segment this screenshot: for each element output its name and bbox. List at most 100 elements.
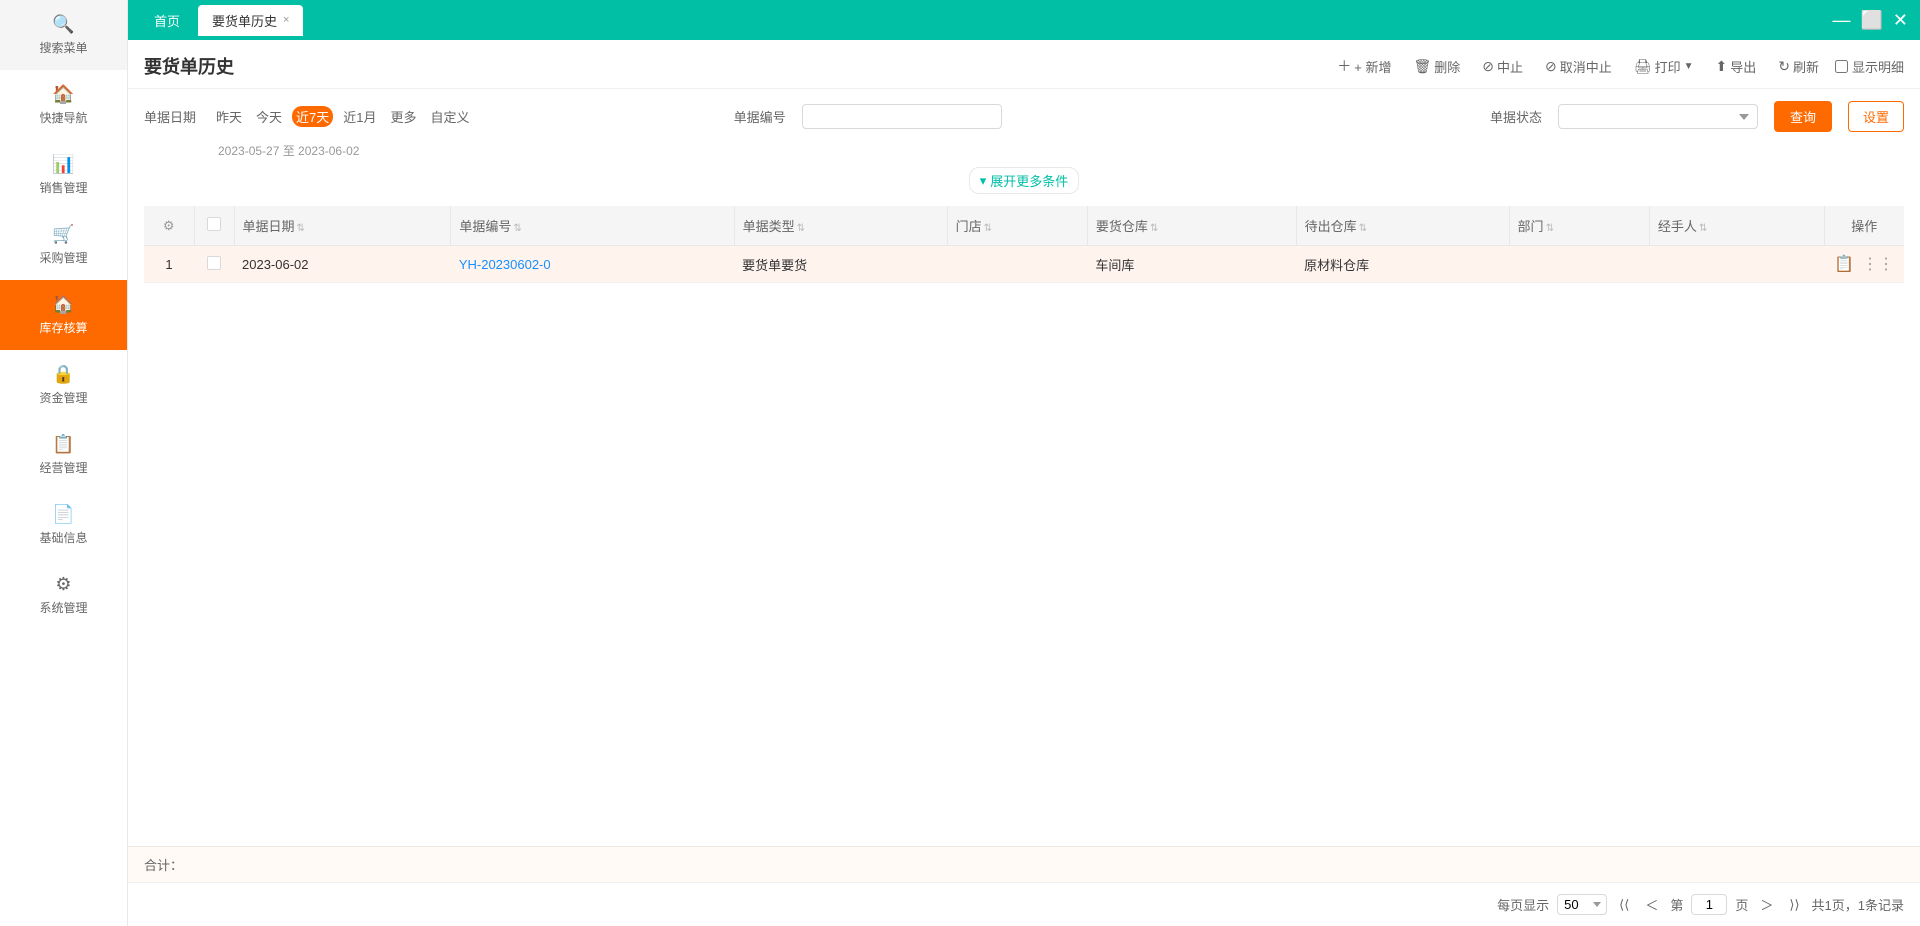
table-settings-icon[interactable]: ⚙	[144, 206, 194, 246]
date-shortcuts: 昨天今天近7天近1月更多自定义	[212, 106, 474, 127]
sidebar-item-label: 库存核算	[39, 319, 87, 336]
search-icon: 🔍	[52, 14, 74, 35]
tab-home[interactable]: 首页	[140, 5, 194, 36]
sort-order-no-icon[interactable]: ⇅	[513, 223, 521, 234]
table-container: ⚙ 单据日期⇅ 单据编号⇅ 单据类型⇅	[128, 206, 1920, 846]
stop-button[interactable]: ⊘ 中止	[1476, 53, 1529, 80]
sort-department-icon[interactable]: ⇅	[1546, 223, 1554, 234]
order-no-link[interactable]: YH-20230602-0	[459, 257, 551, 272]
filter-area: 单据日期 昨天今天近7天近1月更多自定义 单据编号 单据状态 查询 设置 202…	[128, 89, 1920, 206]
row-req-warehouse: 车间库	[1087, 246, 1296, 283]
col-header-req-warehouse: 要货仓库⇅	[1087, 206, 1296, 246]
export-button[interactable]: ⬆ 导出	[1709, 53, 1762, 80]
tab-close-icon[interactable]: ×	[283, 14, 289, 26]
row-num: 1	[144, 246, 194, 283]
filter-row-date-range: 2023-05-27 至 2023-06-02	[144, 140, 1904, 159]
col-header-department: 部门⇅	[1509, 206, 1649, 246]
first-page-button[interactable]: ⟨⟨	[1615, 895, 1633, 915]
sidebar-item-operations[interactable]: 📋经营管理	[0, 420, 127, 490]
delete-button[interactable]: 🗑 删除	[1407, 53, 1466, 80]
refresh-button[interactable]: ↻ 刷新	[1772, 53, 1825, 80]
order-number-input[interactable]	[802, 104, 1002, 129]
display-detail-checkbox[interactable]	[1835, 60, 1848, 73]
sort-req-warehouse-icon[interactable]: ⇅	[1150, 223, 1158, 234]
content-area: 要货单历史 ＋ + 新增 🗑 删除 ⊘ 中止 ⊘ 取消中止	[128, 40, 1920, 926]
cancel-stop-button[interactable]: ⊘ 取消中止	[1539, 53, 1618, 80]
sidebar-item-search[interactable]: 🔍搜索菜单	[0, 0, 127, 70]
sort-store-icon[interactable]: ⇅	[984, 223, 992, 234]
refresh-icon: ↻	[1778, 58, 1790, 75]
inventory-icon: 🏠	[52, 294, 74, 315]
finance-icon: 🔒	[52, 364, 74, 385]
row-store	[947, 246, 1087, 283]
new-icon: ＋	[1337, 56, 1351, 76]
sidebar-item-label: 快捷导航	[39, 109, 87, 126]
prev-page-button[interactable]: ＜	[1641, 893, 1662, 916]
sidebar-item-quick-nav[interactable]: 🏠快捷导航	[0, 70, 127, 140]
table-footer: 合计：	[128, 846, 1920, 882]
display-detail-toggle[interactable]: 显示明细	[1835, 57, 1904, 76]
total-info: 共1页，1条记录	[1812, 895, 1904, 914]
sidebar-item-label: 系统管理	[39, 599, 87, 616]
sidebar-item-basic-info[interactable]: 📄基础信息	[0, 490, 127, 560]
page-label: 第	[1670, 895, 1683, 914]
sidebar-item-inventory[interactable]: 🏠 库存核算	[0, 280, 127, 350]
last-page-button[interactable]: ⟩⟩	[1785, 895, 1803, 915]
date-shortcut-自定义[interactable]: 自定义	[427, 106, 474, 127]
row-actions: 📋 ⋮⋮	[1832, 254, 1896, 274]
date-shortcut-昨天[interactable]: 昨天	[212, 106, 246, 127]
select-all-checkbox[interactable]	[207, 217, 221, 231]
system-icon: ⚙	[55, 574, 71, 595]
settings-button[interactable]: 设置	[1848, 101, 1904, 132]
row-more-icon[interactable]: ⋮⋮	[1862, 254, 1894, 274]
sidebar-item-finance[interactable]: 🔒资金管理	[0, 350, 127, 420]
date-range-display: 2023-05-27 至 2023-06-02	[218, 142, 359, 159]
expand-more-button[interactable]: ▾ 展开更多条件	[969, 167, 1080, 194]
print-button[interactable]: 🖨 打印 ▼	[1628, 53, 1700, 80]
status-label: 单据状态	[1490, 107, 1542, 126]
sidebar-item-purchase[interactable]: 🛒采购管理	[0, 210, 127, 280]
table-row: 1 2023-06-02 YH-20230602-0 要货单要货 车间库 原材料…	[144, 246, 1904, 283]
row-checkbox[interactable]	[207, 256, 221, 270]
toolbar: ＋ + 新增 🗑 删除 ⊘ 中止 ⊘ 取消中止 🖨 打印	[1331, 52, 1904, 80]
row-action-cell: 📋 ⋮⋮	[1824, 246, 1904, 283]
top-bar: 首页要货单历史× — ⬜ ✕	[128, 0, 1920, 40]
row-type: 要货单要货	[734, 246, 947, 283]
sidebar-item-label: 销售管理	[39, 179, 87, 196]
col-header-handler: 经手人⇅	[1649, 206, 1824, 246]
sort-date-icon[interactable]: ⇅	[297, 223, 305, 234]
restore-icon[interactable]: ⬜	[1860, 10, 1882, 31]
sort-pending-warehouse-icon[interactable]: ⇅	[1359, 223, 1367, 234]
sidebar-item-sales[interactable]: 📊 销售管理	[0, 140, 127, 210]
sidebar-item-label: 采购管理	[39, 249, 87, 266]
sidebar-item-system[interactable]: ⚙ 系统管理	[0, 560, 127, 630]
query-button[interactable]: 查询	[1774, 101, 1832, 132]
status-select[interactable]	[1558, 104, 1758, 129]
date-shortcut-近7天[interactable]: 近7天	[292, 106, 333, 127]
date-shortcut-更多[interactable]: 更多	[387, 106, 421, 127]
new-button[interactable]: ＋ + 新增	[1331, 52, 1397, 80]
sort-handler-icon[interactable]: ⇅	[1699, 223, 1707, 234]
row-order-no: YH-20230602-0	[451, 246, 734, 283]
col-header-type: 单据类型⇅	[734, 206, 947, 246]
minimize-icon[interactable]: —	[1832, 10, 1850, 31]
row-department	[1509, 246, 1649, 283]
page-input[interactable]	[1691, 894, 1727, 915]
operations-icon: 📋	[52, 434, 74, 455]
data-table: ⚙ 单据日期⇅ 单据编号⇅ 单据类型⇅	[144, 206, 1904, 283]
row-pending-warehouse: 原材料仓库	[1296, 246, 1509, 283]
row-handler	[1649, 246, 1824, 283]
expand-icon: ▾	[980, 173, 987, 189]
col-header-pending-warehouse: 待出仓库⇅	[1296, 206, 1509, 246]
date-shortcut-近1月[interactable]: 近1月	[339, 106, 380, 127]
basic-info-icon: 📄	[52, 504, 74, 525]
close-window-icon[interactable]: ✕	[1893, 10, 1908, 31]
row-edit-icon[interactable]: 📋	[1834, 254, 1854, 274]
date-shortcut-今天[interactable]: 今天	[252, 106, 286, 127]
sort-type-icon[interactable]: ⇅	[797, 223, 805, 234]
row-checkbox-cell	[194, 246, 234, 283]
per-page-select[interactable]: 50 10 20 100	[1557, 894, 1607, 915]
tab-history[interactable]: 要货单历史×	[198, 5, 303, 36]
sales-icon: 📊	[52, 154, 74, 175]
next-page-button[interactable]: ＞	[1756, 893, 1777, 916]
